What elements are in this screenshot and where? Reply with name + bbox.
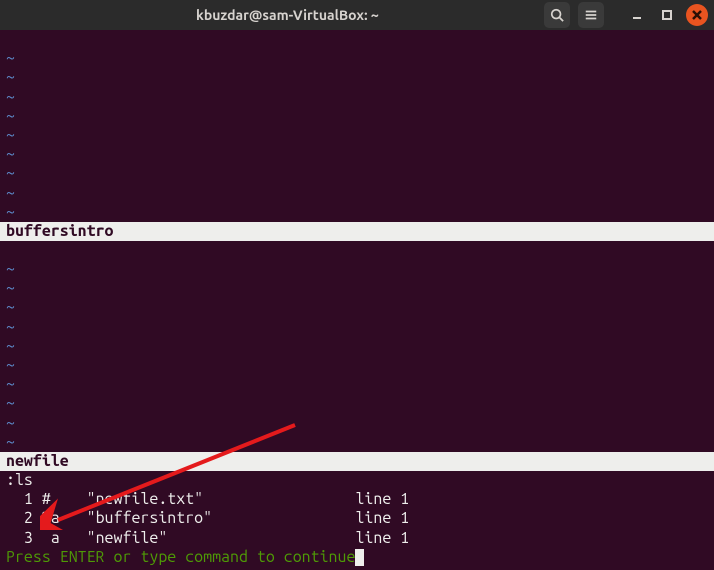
close-icon (692, 10, 702, 20)
tilde-line: ~ (6, 318, 708, 337)
buffer-list-row: 1 # "newfile.txt" line 1 (6, 490, 708, 509)
tilde-line: ~ (6, 49, 708, 68)
tilde-line: ~ (6, 394, 708, 413)
tilde-line: ~ (6, 203, 708, 222)
search-icon (550, 8, 564, 22)
menu-button[interactable] (578, 2, 604, 28)
search-button[interactable] (544, 2, 570, 28)
maximize-button[interactable] (656, 4, 678, 26)
tilde-line: ~ (6, 414, 708, 433)
window-title: kbuzdar@sam-VirtualBox: ~ (196, 7, 379, 23)
buffer-list-row: 2 %a "buffersintro" line 1 (6, 509, 708, 528)
close-button[interactable] (686, 4, 708, 26)
maximize-icon (661, 9, 673, 21)
cursor (355, 549, 364, 566)
tilde-line: ~ (6, 433, 708, 452)
hamburger-icon (584, 8, 598, 22)
tilde-line: ~ (6, 337, 708, 356)
minimize-button[interactable] (626, 4, 648, 26)
tilde-line: ~ (6, 107, 708, 126)
tilde-line: ~ (6, 260, 708, 279)
tilde-line: ~ (6, 164, 708, 183)
split-status-bottom: newfile (0, 452, 714, 471)
terminal-area[interactable]: ~ ~ ~ ~ ~ ~ ~ ~ ~ buffersintro ~ ~ ~ ~ ~… (0, 30, 714, 570)
tilde-line: ~ (6, 298, 708, 317)
window-titlebar: kbuzdar@sam-VirtualBox: ~ (0, 0, 714, 30)
tilde-line: ~ (6, 356, 708, 375)
tilde-line: ~ (6, 126, 708, 145)
tilde-line: ~ (6, 184, 708, 203)
tilde-line: ~ (6, 68, 708, 87)
tilde-line: ~ (6, 375, 708, 394)
tilde-line: ~ (6, 279, 708, 298)
vim-command-line: :ls (6, 471, 708, 490)
tilde-line: ~ (6, 88, 708, 107)
tilde-line: ~ (6, 145, 708, 164)
continue-prompt: Press ENTER or type command to continue (6, 548, 708, 567)
buffer-list-row: 3 a "newfile" line 1 (6, 529, 708, 548)
split-status-top: buffersintro (0, 222, 714, 241)
minimize-icon (631, 9, 643, 21)
